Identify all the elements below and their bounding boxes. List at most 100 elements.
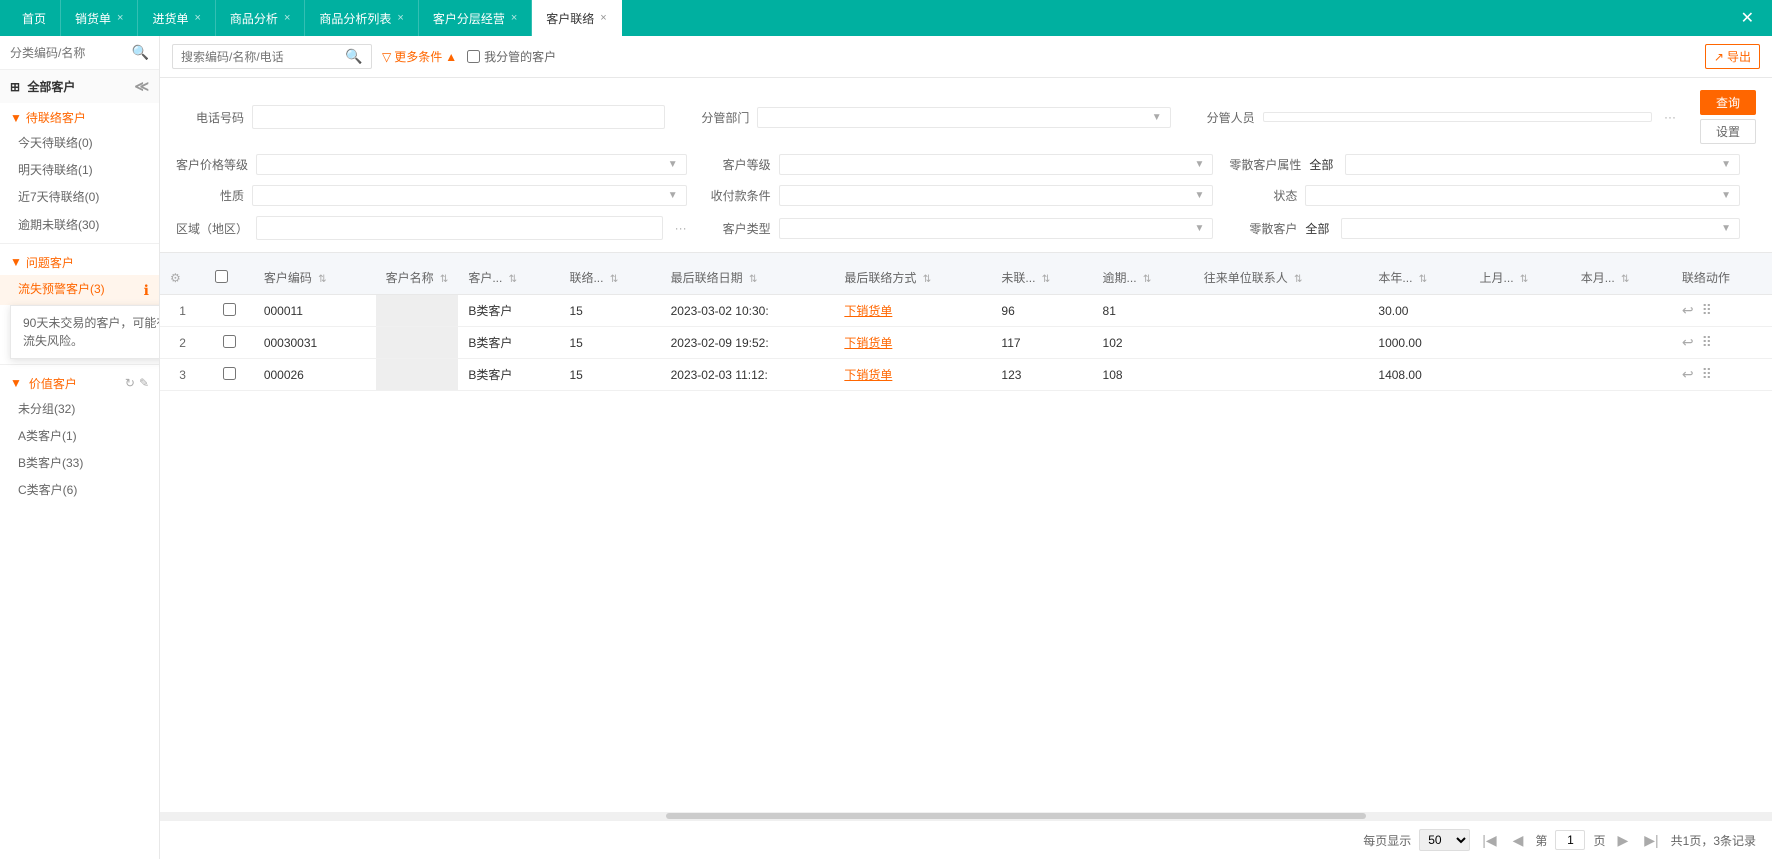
my-customers-checkbox[interactable]: 我分管的客户 (467, 48, 556, 65)
row-checkbox-1[interactable] (223, 335, 236, 348)
row-last-month-2 (1470, 359, 1571, 391)
filter-payment-select[interactable]: ▼ (779, 185, 1214, 206)
sidebar-item-class-a[interactable]: A类客户(1) (0, 423, 159, 450)
next-page-btn[interactable]: ▶ (1613, 832, 1632, 849)
sidebar-section-problem[interactable]: ▼ 问题客户 (0, 248, 159, 275)
sidebar-item-churn-warning[interactable]: 流失预警客户(3) ℹ 90天未交易的客户，可能有流失风险。 (0, 275, 159, 305)
sidebar-all-customers[interactable]: ⊞ 全部客户 ≪ (0, 70, 159, 103)
row-checkbox-2[interactable] (223, 367, 236, 380)
action-more-icon-1[interactable]: ⠿ (1702, 334, 1712, 351)
tab-product-analysis-list[interactable]: 商品分析列表 × (305, 0, 418, 36)
sidebar-section-value[interactable]: ▼ 价值客户 ↻ ✎ (0, 369, 159, 396)
th-overdue-label: 逾期... (1103, 271, 1137, 285)
row-name-1 (376, 327, 459, 359)
filter-status-select[interactable]: ▼ (1305, 185, 1740, 206)
sort-icon-person[interactable]: ⇅ (1294, 274, 1302, 285)
filter-customer-type-select[interactable]: ▼ (779, 218, 1214, 239)
tab-close-purchase[interactable]: × (194, 12, 200, 24)
tab-purchase[interactable]: 进货单 × (138, 0, 215, 36)
query-button[interactable]: 查询 (1700, 90, 1756, 115)
my-customers-check[interactable] (467, 50, 480, 63)
table-settings-icon[interactable]: ⚙ (170, 271, 181, 285)
tab-close-customer-tier[interactable]: × (511, 12, 517, 24)
sidebar-item-7days[interactable]: 近7天待联络(0) (0, 184, 159, 211)
sidebar-item-overdue[interactable]: 逾期未联络(30) (0, 212, 159, 239)
tab-home[interactable]: 首页 (8, 0, 61, 36)
last-method-link-0[interactable]: 下销货单 (844, 304, 892, 318)
tab-close-product-analysis[interactable]: × (284, 12, 290, 24)
sidebar-section-pending[interactable]: ▼ 待联络客户 (0, 103, 159, 130)
prev-page-btn[interactable]: ◀ (1509, 832, 1528, 849)
sort-icon-last-month[interactable]: ⇅ (1520, 274, 1528, 285)
action-more-icon-2[interactable]: ⠿ (1702, 366, 1712, 383)
last-method-link-1[interactable]: 下销货单 (844, 336, 892, 350)
sort-icon-no-contact[interactable]: ⇅ (1042, 274, 1050, 285)
sort-icon-overdue[interactable]: ⇅ (1143, 274, 1151, 285)
filter-phone-input[interactable] (252, 105, 665, 129)
last-page-btn[interactable]: ▶| (1640, 832, 1662, 849)
filter-icon: ▽ (382, 50, 391, 64)
select-all-checkbox[interactable] (215, 270, 228, 283)
sidebar-search-input[interactable] (10, 46, 128, 60)
filter-region-dots[interactable]: ··· (675, 221, 687, 235)
sidebar-item-ungrouped[interactable]: 未分组(32) (0, 396, 159, 423)
sort-icon-name[interactable]: ⇅ (440, 274, 448, 285)
sidebar-item-today[interactable]: 今天待联络(0) (0, 130, 159, 157)
search-submit-icon[interactable]: 🔍 (345, 48, 362, 65)
current-page-input[interactable] (1555, 830, 1585, 850)
horizontal-scrollbar[interactable] (160, 812, 1772, 820)
filter-gender-select[interactable]: ▼ (252, 185, 687, 206)
window-close-btn[interactable]: ✕ (1731, 8, 1764, 28)
sidebar-collapse-icon[interactable]: ≪ (134, 78, 149, 95)
action-contact-icon-1[interactable]: ↩ (1682, 334, 1694, 351)
row-checkbox-0[interactable] (223, 303, 236, 316)
refresh-icon[interactable]: ↻ (125, 376, 135, 390)
edit-icon[interactable]: ✎ (139, 376, 149, 390)
sort-icon-type[interactable]: ⇅ (509, 274, 517, 285)
sidebar-item-class-c[interactable]: C类客户(6) (0, 477, 159, 504)
filter-region-input[interactable] (256, 216, 663, 240)
content-area: 🔍 ▽ 更多条件 ▲ 我分管的客户 ↗ 导出 电话号码 (160, 36, 1772, 859)
tab-close-product-list[interactable]: × (397, 12, 403, 24)
sort-icon-this-year[interactable]: ⇅ (1419, 274, 1427, 285)
tab-customer-contact[interactable]: 客户联络 × (532, 0, 621, 36)
filter-dept-select[interactable]: ▼ (757, 107, 1170, 128)
tab-sales[interactable]: 销货单 × (61, 0, 138, 36)
filter-zero-customer-arrow: ▼ (1721, 223, 1731, 234)
filter-zero-attr-select[interactable]: ▼ (1345, 154, 1740, 175)
more-conditions-btn[interactable]: ▽ 更多条件 ▲ (382, 48, 457, 65)
sort-icon-code[interactable]: ⇅ (318, 274, 326, 285)
sort-icon-last-date[interactable]: ⇅ (749, 274, 757, 285)
table-row: 1 000011 B类客户 15 2023-03-02 10:30: 下销货单 … (160, 295, 1772, 327)
sidebar-item-class-b[interactable]: B类客户(33) (0, 450, 159, 477)
settings-button[interactable]: 设置 (1700, 119, 1756, 144)
export-button[interactable]: ↗ 导出 (1705, 44, 1760, 69)
action-contact-icon-2[interactable]: ↩ (1682, 366, 1694, 383)
per-page-select[interactable]: 50 100 (1419, 829, 1470, 851)
search-input[interactable] (181, 50, 341, 64)
filter-zero-customer-select[interactable]: ▼ (1341, 218, 1740, 239)
row-last-date-0: 2023-03-02 10:30: (661, 295, 835, 327)
filter-payment-arrow: ▼ (1194, 190, 1204, 201)
tab-close-customer-contact[interactable]: × (600, 12, 606, 24)
more-caret-icon: ▲ (445, 50, 457, 64)
filter-customer-level-select[interactable]: ▼ (779, 154, 1214, 175)
last-method-link-2[interactable]: 下销货单 (844, 368, 892, 382)
action-contact-icon-0[interactable]: ↩ (1682, 302, 1694, 319)
first-page-btn[interactable]: |◀ (1478, 832, 1500, 849)
sort-icon-contact[interactable]: ⇅ (610, 274, 618, 285)
action-more-icon-0[interactable]: ⠿ (1702, 302, 1712, 319)
sidebar-search-icon[interactable]: 🔍 (132, 44, 149, 61)
sort-icon-this-month[interactable]: ⇅ (1621, 274, 1629, 285)
sidebar-item-tomorrow[interactable]: 明天待联络(1) (0, 157, 159, 184)
filter-person-select[interactable] (1263, 112, 1652, 122)
sort-icon-last-method[interactable]: ⇅ (923, 274, 931, 285)
filter-price-select[interactable]: ▼ (256, 154, 687, 175)
row-code-0: 000011 (254, 295, 376, 327)
tab-customer-tier[interactable]: 客户分层经营 × (419, 0, 532, 36)
tab-close-sales[interactable]: × (117, 12, 123, 24)
row-type-0: B类客户 (458, 295, 559, 327)
filter-person-dots[interactable]: ··· (1664, 110, 1676, 124)
row-last-method-2: 下销货单 (834, 359, 991, 391)
tab-product-analysis[interactable]: 商品分析 × (216, 0, 305, 36)
